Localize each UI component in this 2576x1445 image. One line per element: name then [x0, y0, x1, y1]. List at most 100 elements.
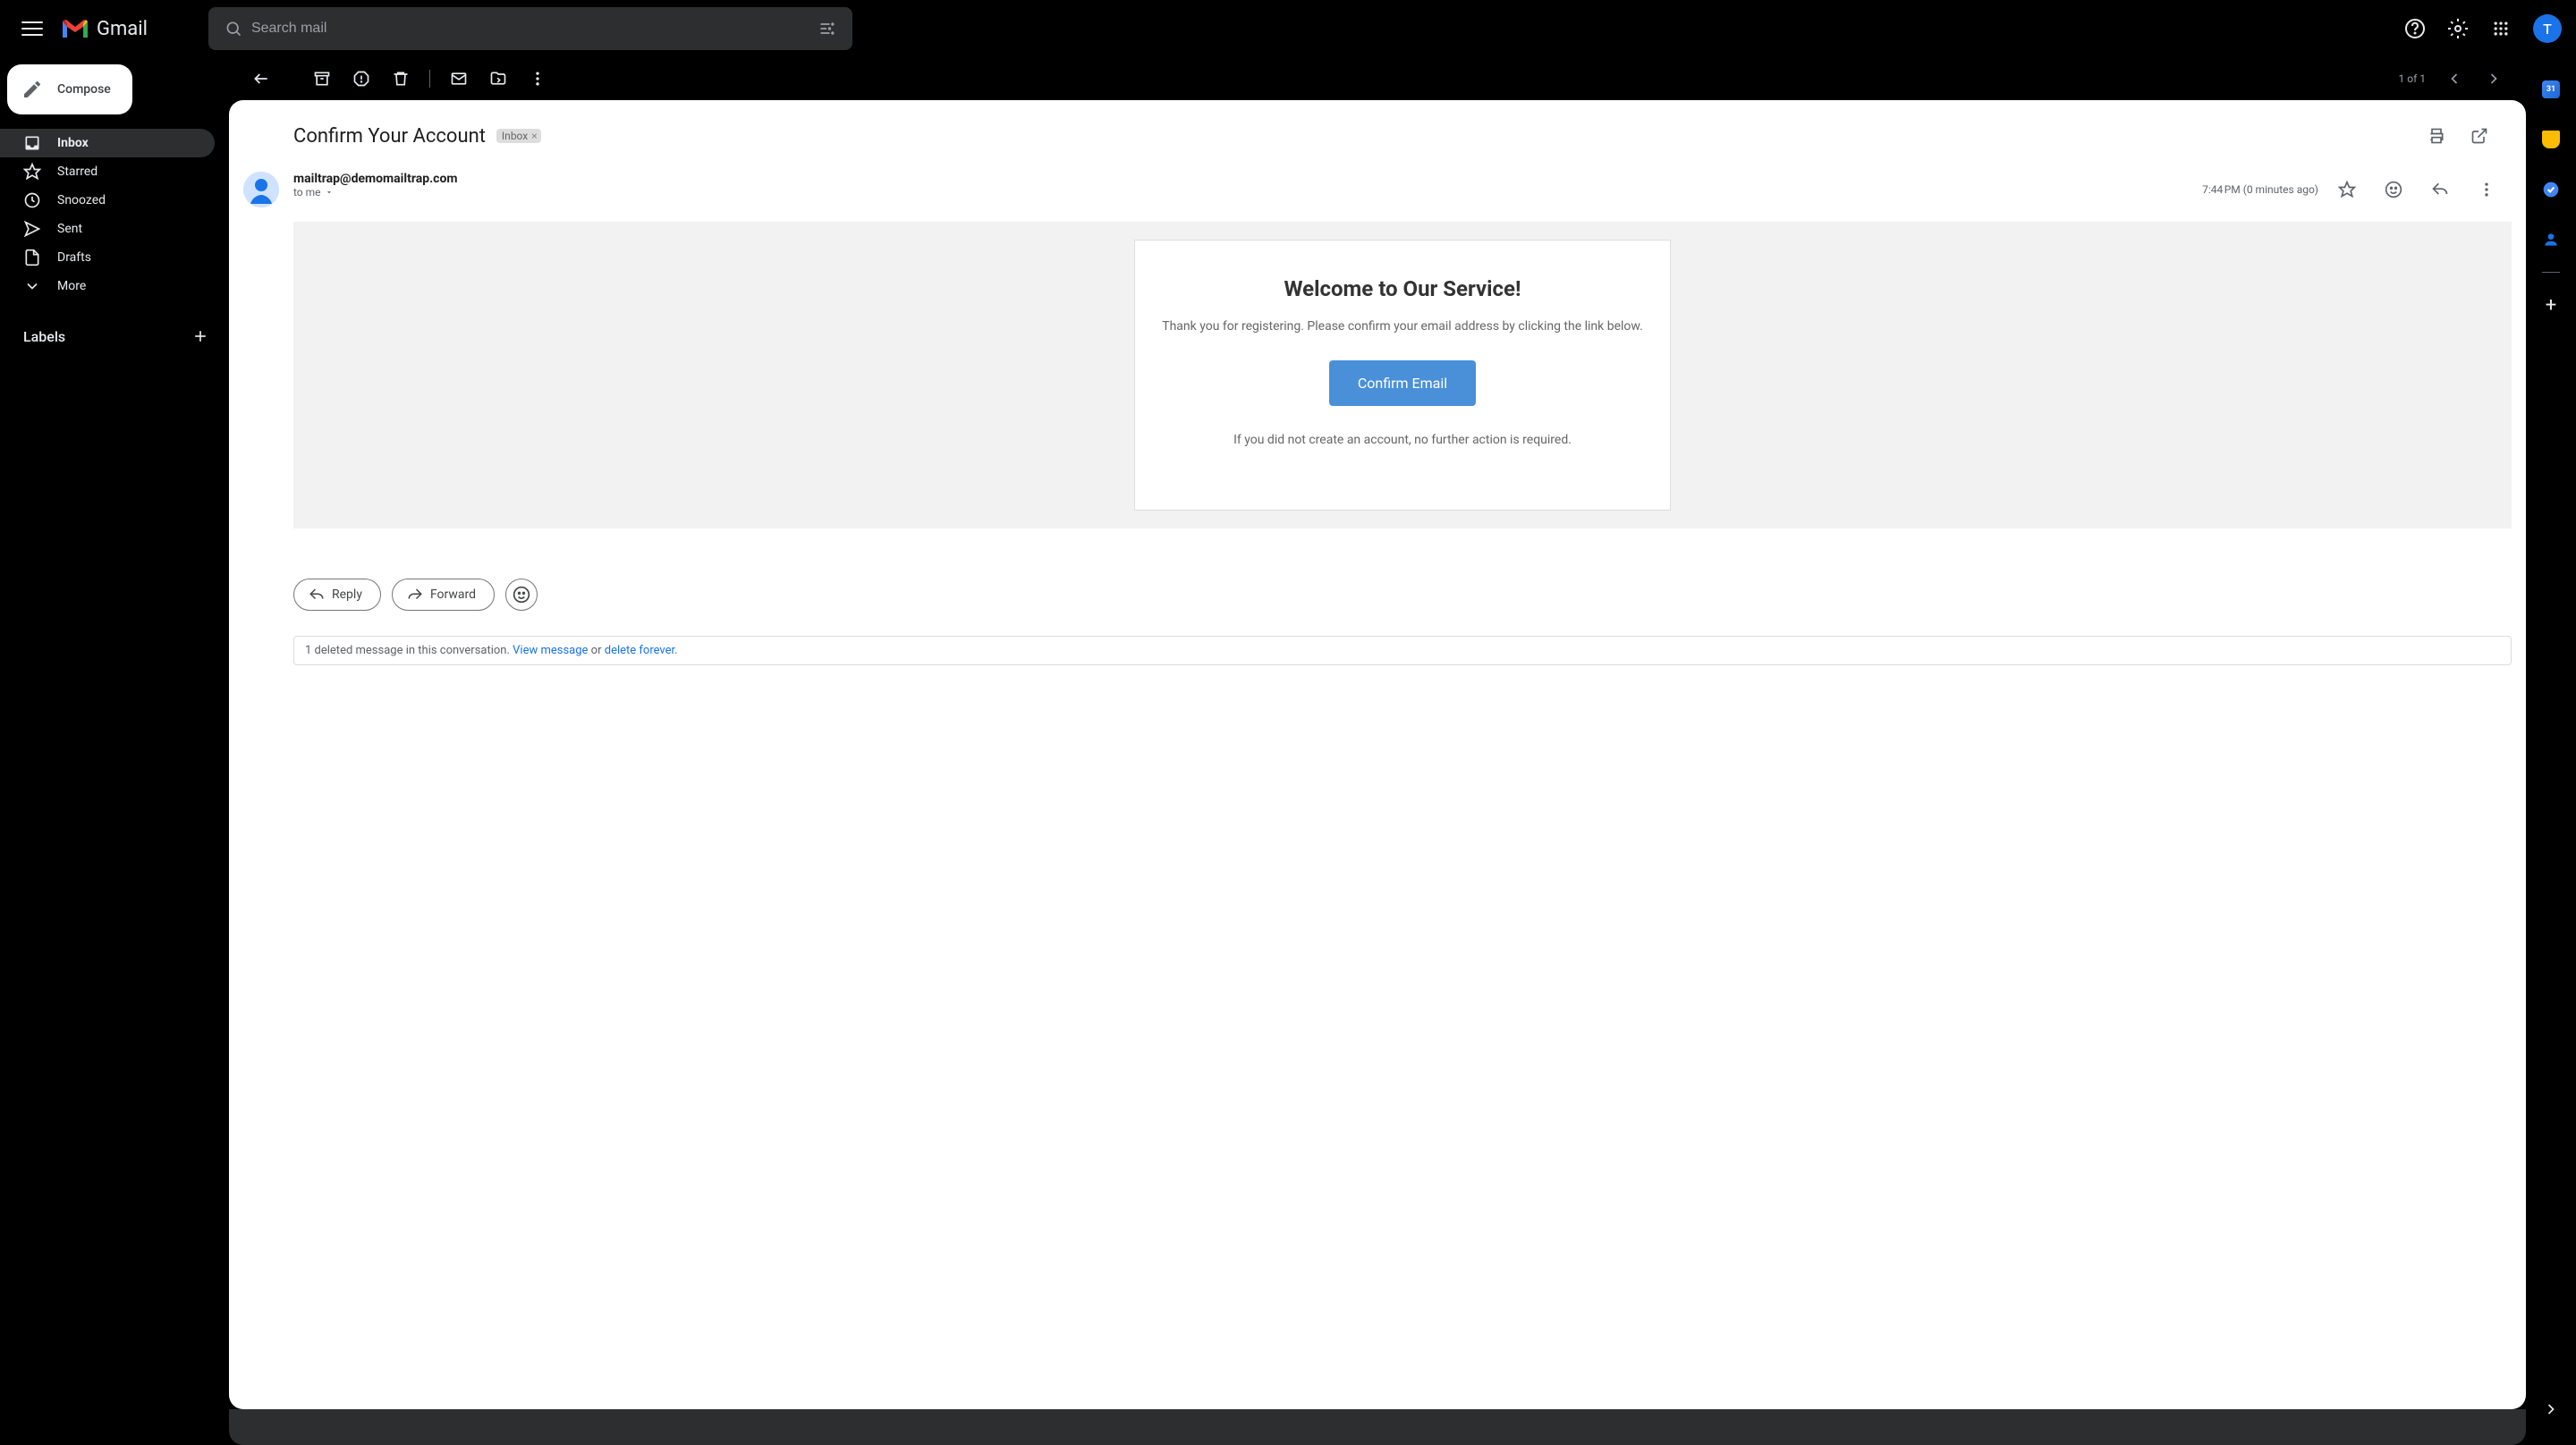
person-icon — [243, 172, 279, 207]
keep-icon — [2542, 131, 2560, 148]
sidebar-item-drafts[interactable]: Drafts — [0, 243, 215, 272]
account-avatar[interactable]: T — [2533, 14, 2562, 43]
print-button[interactable] — [2419, 118, 2454, 154]
folder-move-icon — [489, 70, 507, 88]
tasks-app-button[interactable] — [2533, 172, 2569, 207]
gmail-m-icon — [61, 18, 89, 39]
prev-message-button[interactable] — [2436, 61, 2472, 97]
search-options-button[interactable] — [809, 11, 845, 46]
open-external-icon — [2470, 127, 2488, 145]
sidebar-item-label: Drafts — [57, 250, 91, 265]
content-area: 1 of 1 Confirm Your Account Inbox × — [229, 57, 2526, 1445]
label-chip[interactable]: Inbox × — [496, 129, 541, 143]
next-message-button[interactable] — [2476, 61, 2512, 97]
reply-icon-button[interactable] — [2422, 172, 2458, 207]
sidebar-item-starred[interactable]: Starred — [0, 157, 215, 186]
plus-icon — [191, 327, 209, 345]
keep-app-button[interactable] — [2533, 122, 2569, 157]
calendar-app-button[interactable]: 31 — [2533, 72, 2569, 107]
search-bar — [208, 7, 852, 50]
tune-icon — [818, 20, 836, 38]
support-button[interactable] — [2397, 11, 2433, 46]
chevron-right-icon — [2485, 70, 2503, 88]
star-message-button[interactable] — [2329, 172, 2365, 207]
delete-forever-link[interactable]: delete forever — [605, 644, 674, 657]
deleted-prefix: 1 deleted message in this conversation. — [305, 644, 513, 657]
reply-icon — [2431, 181, 2449, 199]
gmail-logo[interactable]: Gmail — [61, 18, 148, 40]
send-icon — [23, 220, 41, 238]
collapse-panel-button[interactable] — [2533, 1391, 2569, 1427]
sidebar-item-snoozed[interactable]: Snoozed — [0, 186, 215, 215]
search-input[interactable] — [251, 21, 809, 37]
clock-icon — [23, 191, 41, 209]
recipient-line[interactable]: to me — [293, 186, 2202, 199]
main-menu-button[interactable] — [11, 7, 54, 50]
message-more-button[interactable] — [2469, 172, 2504, 207]
archive-button[interactable] — [304, 61, 340, 97]
deleted-or: or — [588, 644, 604, 657]
delete-button[interactable] — [383, 61, 419, 97]
calendar-icon: 31 — [2542, 80, 2560, 98]
email-intro: Thank you for registering. Please confir… — [1162, 319, 1643, 334]
star-outline-icon — [2338, 181, 2356, 199]
spam-icon — [352, 70, 370, 88]
forward-button[interactable]: Forward — [392, 579, 495, 611]
reply-label: Reply — [332, 587, 362, 602]
file-icon — [23, 249, 41, 266]
print-icon — [2428, 127, 2445, 145]
remove-label-button[interactable]: × — [531, 130, 537, 142]
sidebar-item-sent[interactable]: Sent — [0, 215, 215, 243]
trash-icon — [392, 70, 410, 88]
chevron-left-icon — [2445, 70, 2463, 88]
chevron-down-icon — [23, 277, 41, 295]
more-actions-button[interactable] — [520, 61, 555, 97]
hamburger-icon — [21, 18, 43, 39]
sidebar: Compose Inbox Starred Snoozed — [0, 57, 229, 1445]
label-chip-text: Inbox — [502, 130, 528, 142]
arrow-left-icon — [252, 70, 270, 88]
email-card: Welcome to Our Service! Thank you for re… — [1134, 240, 1671, 511]
search-button[interactable] — [216, 11, 251, 46]
deleted-notice: 1 deleted message in this conversation. … — [293, 636, 2512, 665]
spam-button[interactable] — [343, 61, 379, 97]
mark-unread-button[interactable] — [441, 61, 477, 97]
tasks-icon — [2542, 181, 2560, 199]
header-right: T — [2397, 11, 2569, 46]
apps-button[interactable] — [2483, 11, 2519, 46]
sidebar-item-more[interactable]: More — [0, 272, 215, 300]
contacts-icon — [2542, 231, 2560, 249]
add-label-button[interactable] — [186, 322, 215, 351]
emoji-react-button[interactable] — [2376, 172, 2411, 207]
message-subject: Confirm Your Account — [293, 125, 486, 148]
sidebar-item-label: Sent — [57, 222, 82, 236]
sidebar-item-label: Inbox — [57, 136, 89, 150]
recipient-text: to me — [293, 186, 321, 199]
open-window-button[interactable] — [2462, 118, 2497, 154]
apps-grid-icon — [2492, 20, 2510, 38]
labels-heading: Labels — [23, 328, 65, 345]
emoji-button[interactable] — [505, 579, 538, 611]
help-icon — [2404, 18, 2426, 39]
move-button[interactable] — [480, 61, 516, 97]
sender-email: mailtrap@demomailtrap.com — [293, 172, 2202, 186]
reply-button[interactable]: Reply — [293, 579, 381, 611]
forward-label: Forward — [430, 587, 476, 602]
kebab-icon — [2478, 181, 2496, 199]
header-bar: Gmail — [0, 0, 2576, 57]
sidebar-item-inbox[interactable]: Inbox — [0, 129, 215, 157]
compose-button[interactable]: Compose — [7, 64, 132, 114]
emoji-icon — [513, 586, 530, 604]
settings-button[interactable] — [2440, 11, 2476, 46]
reply-icon — [309, 587, 325, 603]
archive-icon — [313, 70, 331, 88]
envelope-icon — [450, 70, 468, 88]
add-app-button[interactable]: + — [2533, 287, 2569, 323]
email-disclaimer: If you did not create an account, no fur… — [1162, 433, 1643, 447]
contacts-app-button[interactable] — [2533, 222, 2569, 258]
message-count: 1 of 1 — [2399, 72, 2426, 85]
bottom-bar — [229, 1409, 2526, 1445]
back-button[interactable] — [243, 61, 279, 97]
confirm-email-link[interactable]: Confirm Email — [1329, 360, 1476, 406]
view-deleted-link[interactable]: View message — [513, 644, 588, 657]
